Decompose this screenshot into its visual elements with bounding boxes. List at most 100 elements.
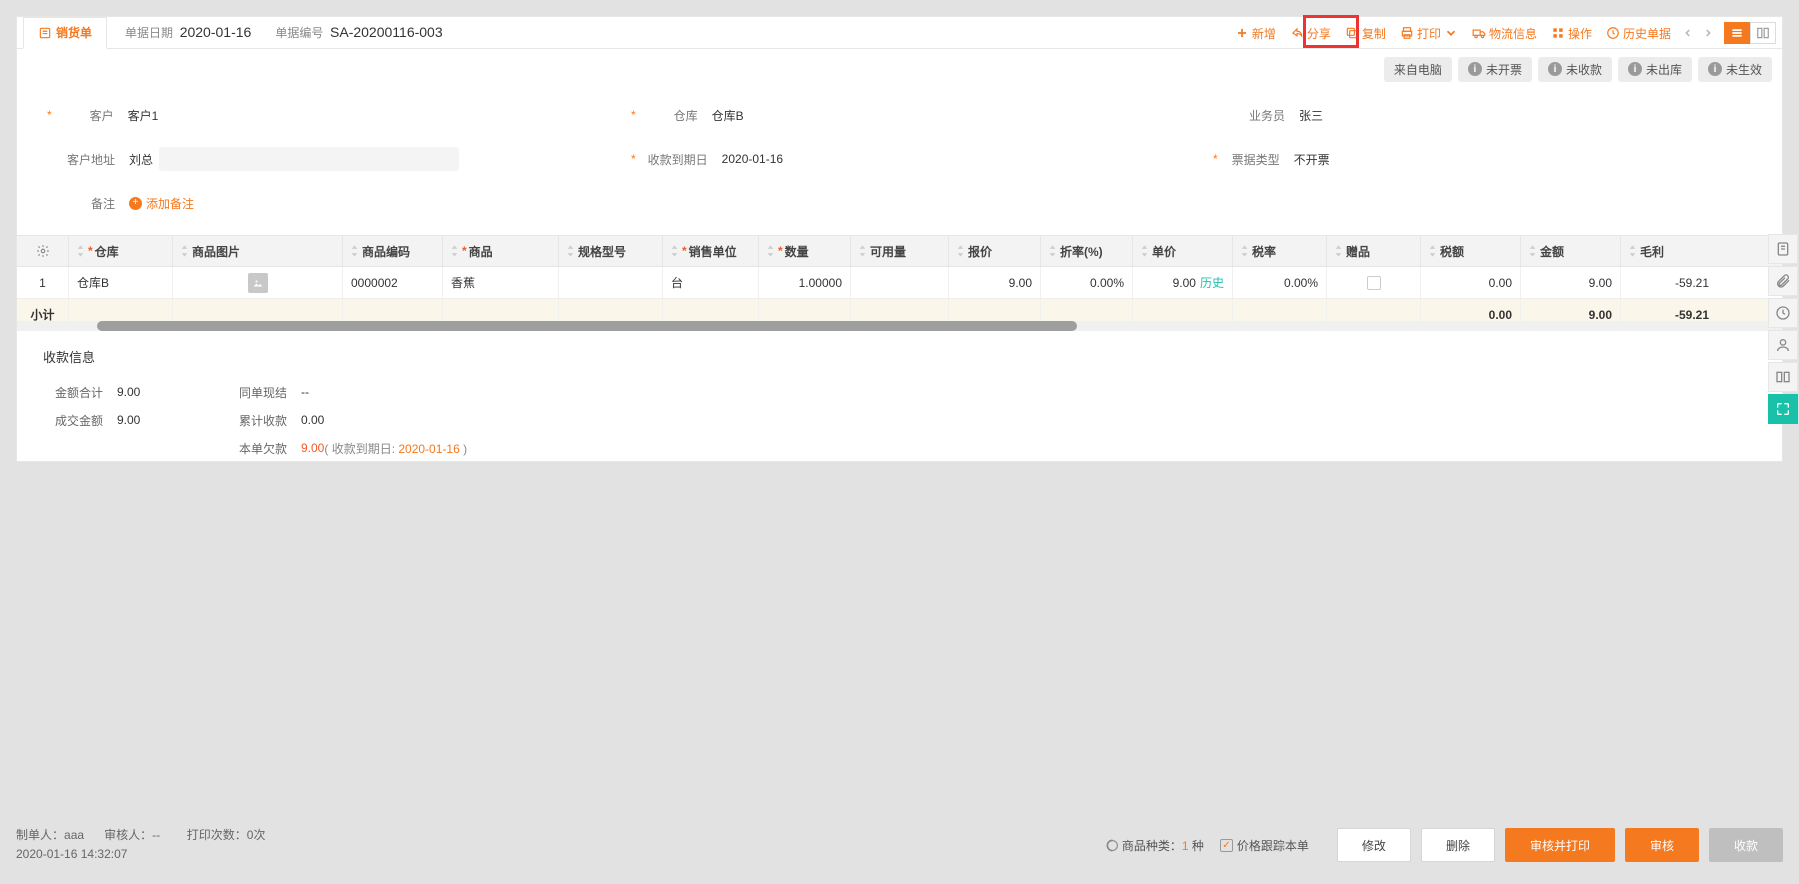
- info-icon: i: [1548, 62, 1562, 76]
- invoice-type-value[interactable]: 不开票: [1294, 151, 1330, 168]
- grid-h-scrollbar[interactable]: [17, 321, 1782, 331]
- status-not-received[interactable]: i未收款: [1538, 57, 1612, 82]
- col-image[interactable]: 商品图片: [173, 236, 343, 266]
- cell-tax[interactable]: 0.00%: [1233, 267, 1327, 298]
- grid-settings[interactable]: [17, 236, 69, 266]
- cell-profit: -59.21: [1621, 267, 1717, 298]
- col-unit[interactable]: *销售单位: [663, 236, 759, 266]
- salesman-value[interactable]: 张三: [1299, 107, 1323, 124]
- copy-icon: [1345, 26, 1359, 40]
- col-quote[interactable]: 报价: [949, 236, 1041, 266]
- copy-button[interactable]: 复制: [1338, 17, 1393, 49]
- audit-print-button[interactable]: 审核并打印: [1505, 828, 1615, 862]
- owe-due: ( 收款到期日: 2020-01-16 ): [324, 440, 467, 457]
- col-price[interactable]: 单价: [1133, 236, 1233, 266]
- cell-avail[interactable]: [851, 267, 949, 298]
- col-avail[interactable]: 可用量: [851, 236, 949, 266]
- col-product[interactable]: *商品: [443, 236, 559, 266]
- new-button[interactable]: 新增: [1228, 17, 1283, 49]
- modify-button[interactable]: 修改: [1337, 828, 1411, 862]
- receive-button: 收款: [1709, 828, 1783, 862]
- col-spec[interactable]: 规格型号: [559, 236, 663, 266]
- print-button[interactable]: 打印: [1393, 17, 1465, 49]
- rail-expand[interactable]: [1768, 394, 1798, 424]
- addr-detail-masked: [159, 147, 459, 171]
- share-icon: [1290, 26, 1304, 40]
- status-not-effective[interactable]: i未生效: [1698, 57, 1772, 82]
- rail-attach[interactable]: [1768, 266, 1798, 296]
- kind-count: 商品种类：1 种: [1106, 837, 1204, 854]
- price-history-link[interactable]: 历史: [1200, 274, 1224, 291]
- cell-price[interactable]: 9.00历史: [1133, 267, 1233, 298]
- cell-amount: 9.00: [1521, 267, 1621, 298]
- info-icon: i: [1708, 62, 1722, 76]
- cell-gift[interactable]: [1327, 267, 1421, 298]
- col-discount[interactable]: 折率(%): [1041, 236, 1133, 266]
- addr-label: 客户地址: [55, 151, 115, 168]
- logistics-button[interactable]: 物流信息: [1465, 17, 1544, 49]
- due-value[interactable]: 2020-01-16: [722, 152, 783, 166]
- customer-label: 客户: [54, 107, 114, 124]
- price-follow-checkbox[interactable]: ✓价格跟踪本单: [1220, 837, 1309, 854]
- info-icon: i: [1468, 62, 1482, 76]
- col-profit[interactable]: 毛利: [1621, 236, 1717, 266]
- status-not-out[interactable]: i未出库: [1618, 57, 1692, 82]
- image-placeholder-icon: [248, 273, 268, 293]
- cell-spec[interactable]: [559, 267, 663, 298]
- cell-discount[interactable]: 0.00%: [1041, 267, 1133, 298]
- table-row[interactable]: 1 仓库B 0000002 香蕉 台 1.00000 9.00 0.00% 9.…: [17, 267, 1782, 299]
- invoice-type-label: 票据类型: [1220, 151, 1280, 168]
- col-gift[interactable]: 赠品: [1327, 236, 1421, 266]
- col-amount[interactable]: 金额: [1521, 236, 1621, 266]
- status-not-invoiced[interactable]: i未开票: [1458, 57, 1532, 82]
- deal-amount: 9.00: [117, 413, 140, 427]
- delete-button[interactable]: 删除: [1421, 828, 1495, 862]
- rail-note[interactable]: [1768, 234, 1798, 264]
- cell-qty[interactable]: 1.00000: [759, 267, 851, 298]
- cell-warehouse[interactable]: 仓库B: [69, 267, 173, 298]
- rail-log[interactable]: [1768, 298, 1798, 328]
- status-from-pc: 来自电脑: [1384, 57, 1452, 82]
- col-code[interactable]: 商品编码: [343, 236, 443, 266]
- addr-value[interactable]: 刘总: [129, 151, 153, 168]
- footer-meta: 制单人：aaa 审核人：-- 打印次数：0次 2020-01-16 14:32:…: [16, 826, 265, 864]
- cell-unit[interactable]: 台: [663, 267, 759, 298]
- rail-user[interactable]: [1768, 330, 1798, 360]
- add-note-button[interactable]: +添加备注: [129, 195, 194, 212]
- warehouse-value[interactable]: 仓库B: [712, 107, 744, 124]
- history-doc-button[interactable]: 历史单据: [1599, 17, 1678, 49]
- due-label: 收款到期日: [638, 151, 708, 168]
- cell-quote[interactable]: 9.00: [949, 267, 1041, 298]
- audit-button[interactable]: 审核: [1625, 828, 1699, 862]
- tab-sales-order[interactable]: 销货单: [23, 17, 107, 49]
- view-card[interactable]: [1750, 22, 1776, 44]
- cell-image[interactable]: [173, 267, 343, 298]
- grid-icon: [1551, 26, 1565, 40]
- scrollbar-thumb[interactable]: [97, 321, 1077, 331]
- col-warehouse[interactable]: *仓库: [69, 236, 173, 266]
- view-list[interactable]: [1724, 22, 1750, 44]
- plus-icon: [1235, 26, 1249, 40]
- acc-value: 0.00: [301, 413, 324, 427]
- nav-prev[interactable]: [1678, 17, 1698, 49]
- rail-related[interactable]: [1768, 362, 1798, 392]
- plus-circle-icon: +: [129, 197, 142, 210]
- cell-tax-amount: 0.00: [1421, 267, 1521, 298]
- col-qty[interactable]: *数量: [759, 236, 851, 266]
- operate-button[interactable]: 操作: [1544, 17, 1599, 49]
- salesman-label: 业务员: [1225, 107, 1285, 124]
- note-label: 备注: [55, 195, 115, 212]
- col-tax-amount[interactable]: 税额: [1421, 236, 1521, 266]
- nav-next[interactable]: [1698, 17, 1718, 49]
- share-button[interactable]: 分享: [1283, 17, 1338, 49]
- info-icon: i: [1628, 62, 1642, 76]
- customer-value[interactable]: 客户1: [128, 107, 159, 124]
- owe-value: 9.00: [301, 441, 324, 455]
- cell-code[interactable]: 0000002: [343, 267, 443, 298]
- settle-value: --: [301, 385, 309, 399]
- cell-product[interactable]: 香蕉: [443, 267, 559, 298]
- gift-checkbox[interactable]: [1367, 276, 1381, 290]
- payment-title: 收款信息: [43, 347, 1756, 366]
- col-tax[interactable]: 税率: [1233, 236, 1327, 266]
- sales-order-icon: [38, 26, 52, 40]
